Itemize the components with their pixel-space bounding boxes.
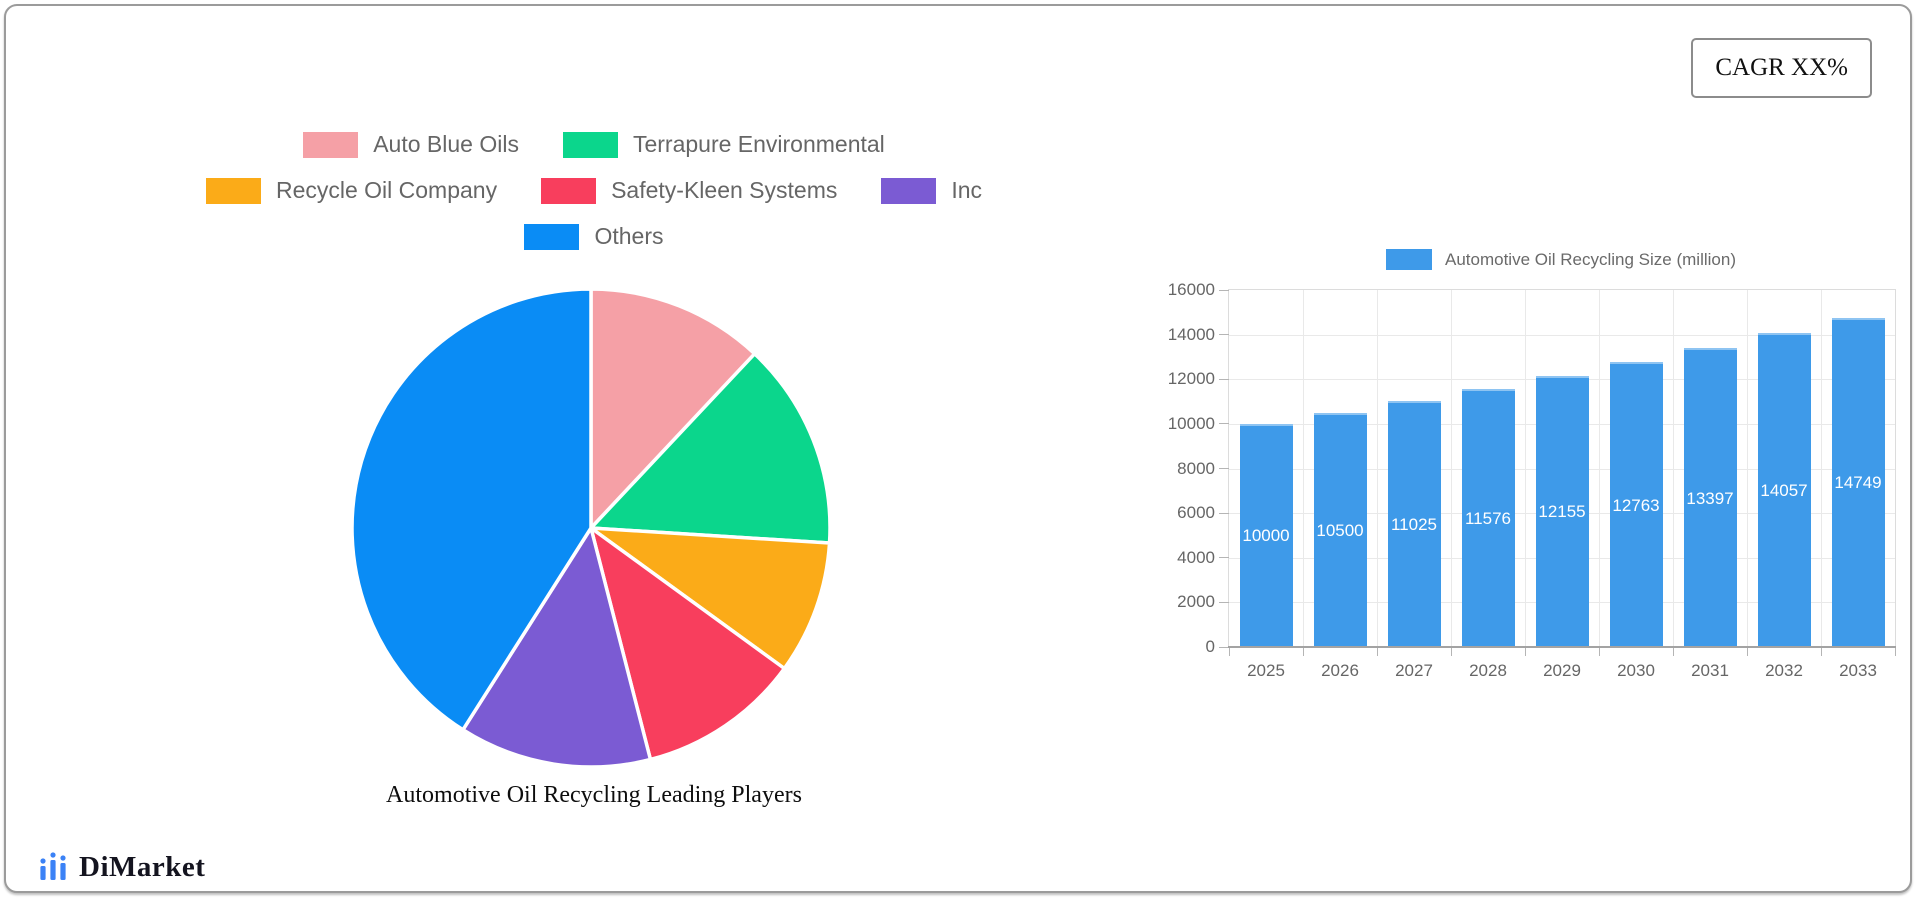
legend-swatch-icon [541, 177, 597, 204]
y-axis-label: 6000 [1177, 503, 1215, 523]
bar-value-label: 11025 [1390, 515, 1437, 534]
legend-item-terrapure-environmental: Terrapure Environmental [562, 131, 885, 158]
bar-2030: 12763 [1609, 362, 1663, 647]
x-axis-tick [1302, 648, 1304, 656]
y-axis-tick [1219, 512, 1229, 514]
bar-plot-area: 0 2000 4000 6000 8000 10000 12000 14000 16000 100… [1168, 280, 1896, 680]
x-axis-label: 2028 [1469, 661, 1507, 680]
y-axis-label: 14000 [1167, 324, 1215, 344]
pie-chart [350, 287, 832, 769]
gridline-v [1524, 290, 1526, 647]
x-axis-tick [1376, 648, 1378, 656]
x-axis-label: 2027 [1395, 661, 1433, 680]
gridline-v [1672, 290, 1674, 647]
report-canvas: CAGR XX% Auto Blue Oils Terrapure Environ… [4, 4, 1912, 893]
legend-swatch-icon [205, 177, 261, 204]
legend-label: Terrapure Environmental [632, 131, 885, 157]
x-axis-label: 2029 [1543, 661, 1581, 680]
legend-item-safety-kleen-systems: Safety-Kleen Systems [541, 177, 837, 204]
y-axis-tick [1219, 468, 1229, 469]
x-axis-label: 2026 [1321, 661, 1359, 680]
bar-2025: 10000 [1239, 423, 1293, 647]
gridline-v [1746, 290, 1748, 647]
legend-label: Others [594, 223, 664, 249]
bar-value-label: 12155 [1538, 502, 1586, 522]
y-axis-label: 12000 [1167, 369, 1215, 389]
legend-swatch-icon [524, 223, 580, 250]
legend-swatch-icon [303, 131, 359, 158]
x-axis-label: 2031 [1691, 661, 1729, 680]
x-axis-tick [1524, 648, 1526, 656]
legend-swatch-icon [562, 131, 618, 158]
bar-chart: Automotive Oil Recycling Size (million) … [1168, 249, 1920, 719]
gridline-v [1302, 290, 1304, 647]
bar-2027: 11025 [1387, 401, 1441, 647]
bar-legend: Automotive Oil Recycling Size (million) [1228, 249, 1894, 270]
dimarket-bars-icon [40, 852, 66, 880]
bar-2026: 10500 [1313, 412, 1367, 647]
gridline-v [1376, 290, 1378, 647]
bar-2029: 12155 [1535, 375, 1589, 647]
y-axis-label: 10000 [1167, 413, 1215, 433]
bar-legend-label: Automotive Oil Recycling Size (million) [1445, 249, 1736, 269]
cagr-box: CAGR XX% [1691, 38, 1872, 98]
legend-item-others: Others [524, 223, 664, 250]
y-axis-tick [1219, 378, 1229, 380]
bar-2032: 14057 [1757, 333, 1811, 647]
y-axis-tick [1219, 334, 1229, 336]
legend-item-inc: Inc [881, 177, 982, 204]
y-axis-label: 2000 [1177, 592, 1215, 612]
y-axis-tick [1219, 289, 1229, 291]
cagr-label: CAGR XX% [1715, 54, 1848, 81]
y-axis-label: 8000 [1177, 458, 1215, 478]
x-axis-tick [1228, 648, 1230, 656]
x-axis-tick [1820, 648, 1822, 656]
bar-2031: 13397 [1683, 348, 1737, 647]
legend-row: Others [46, 223, 1142, 250]
x-axis-tick [1672, 648, 1674, 656]
bar-value-label: 12763 [1612, 495, 1660, 515]
bar-legend-swatch-icon [1386, 249, 1432, 270]
bar-value-label: 10500 [1316, 520, 1364, 540]
bar-2028: 11576 [1461, 388, 1515, 647]
y-axis-tick [1219, 601, 1229, 603]
bar-value-label: 13397 [1686, 488, 1734, 508]
legend-item-recycle-oil-company: Recycle Oil Company [205, 177, 498, 204]
legend-item-auto-blue-oils: Auto Blue Oils [303, 131, 519, 158]
y-axis-tick [1219, 557, 1229, 559]
x-axis-tick [1894, 648, 1896, 656]
x-axis-label: 2032 [1765, 661, 1803, 680]
gridline-v [1820, 290, 1822, 647]
legend-label: Auto Blue Oils [373, 131, 519, 157]
legend-row: Recycle Oil Company Safety-Kleen Systems I… [46, 177, 1142, 204]
y-axis-tick [1219, 423, 1229, 425]
y-axis-label: 0 [1205, 637, 1215, 656]
x-axis-line [1228, 646, 1896, 648]
x-axis-label: 2025 [1247, 661, 1285, 680]
gridline-v [1450, 290, 1452, 647]
brand-logo: DiMarket [36, 850, 205, 884]
bar-value-label: 14749 [1834, 473, 1882, 493]
x-axis-label: 2030 [1617, 661, 1655, 680]
legend-row: Auto Blue Oils Terrapure Environmental [46, 131, 1142, 158]
x-axis-label: 2033 [1839, 661, 1877, 680]
y-axis-label: 16000 [1167, 280, 1215, 299]
x-axis-tick [1746, 648, 1748, 656]
legend-label: Recycle Oil Company [275, 177, 498, 203]
x-axis-tick [1450, 648, 1452, 656]
legend-label: Inc [951, 177, 983, 203]
bar-value-label: 10000 [1242, 526, 1290, 546]
legend-label: Safety-Kleen Systems [611, 177, 838, 203]
legend-swatch-icon [881, 177, 937, 204]
bar-2033: 14749 [1831, 317, 1885, 647]
pie-chart-title: Automotive Oil Recycling Leading Players [386, 782, 802, 808]
pie-legend: Auto Blue Oils Terrapure Environmental Rec… [46, 131, 1142, 250]
gridline-v [1598, 290, 1600, 647]
brand-name: DiMarket [79, 850, 206, 883]
x-axis-tick [1598, 648, 1600, 656]
bar-value-label: 14057 [1760, 481, 1808, 501]
bar-value-label: 11576 [1464, 508, 1511, 528]
y-axis-label: 4000 [1177, 547, 1215, 567]
